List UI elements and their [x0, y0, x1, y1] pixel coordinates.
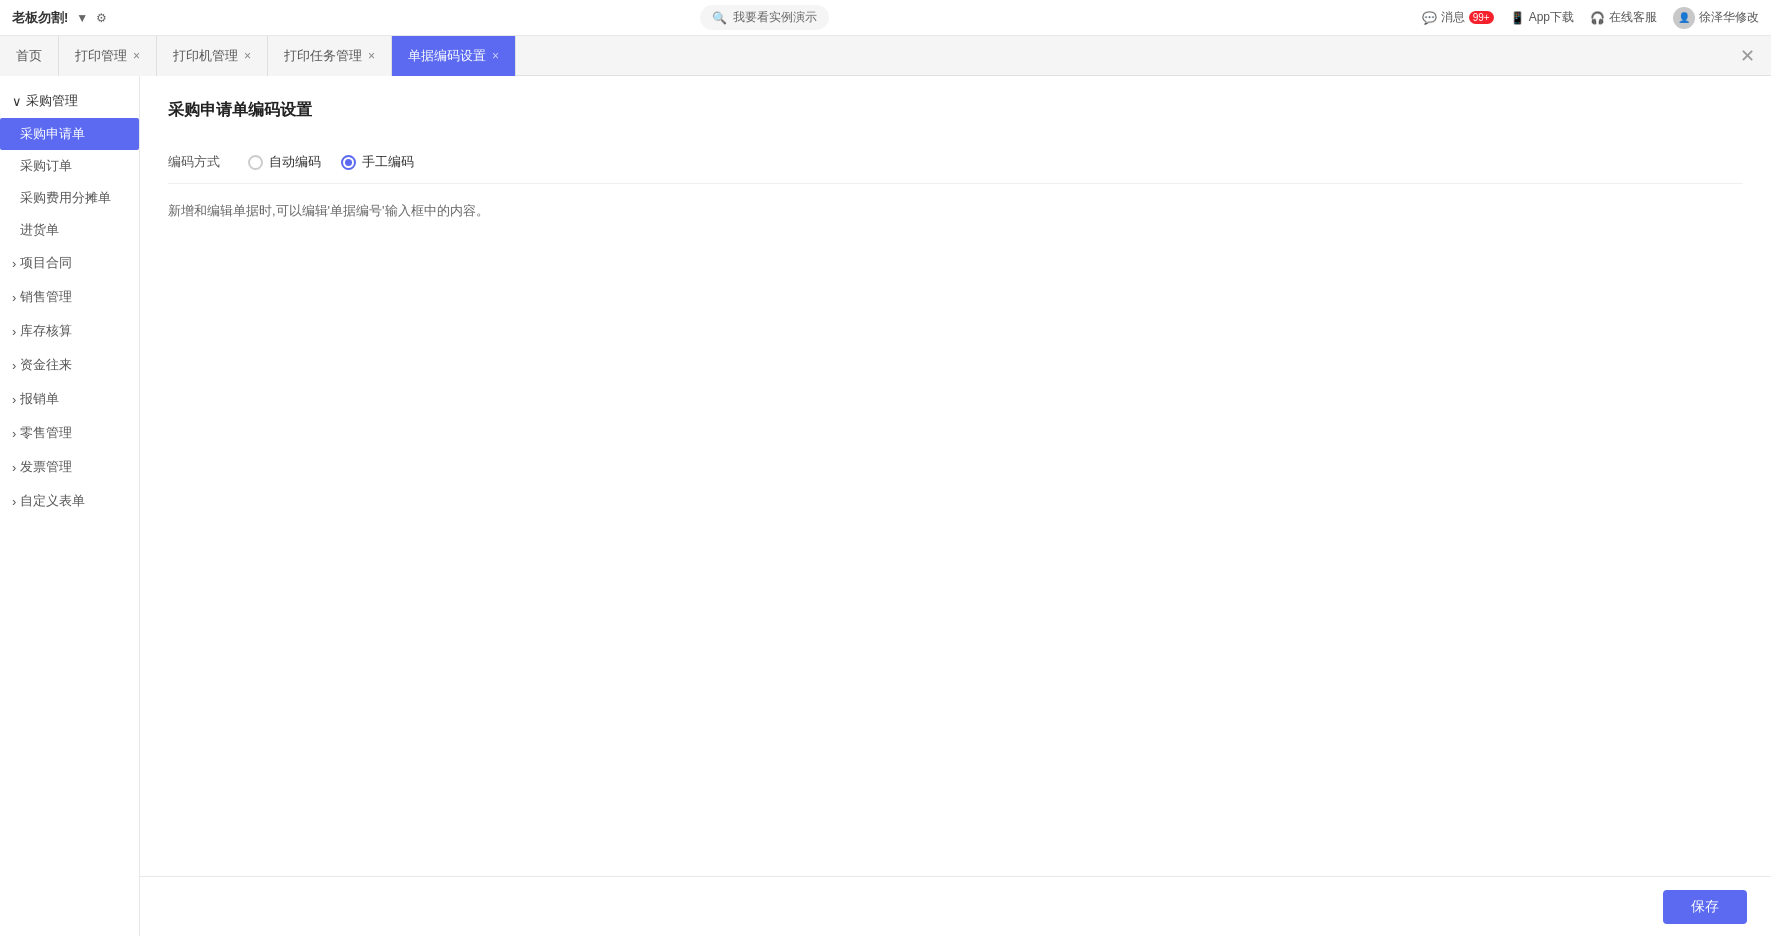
setting-row: 编码方式 自动编码 手工编码 — [168, 141, 1743, 184]
tab-print-task[interactable]: 打印任务管理 × — [268, 36, 392, 76]
radio-auto-label: 自动编码 — [269, 153, 321, 171]
sidebar-item-purchase-expense-label: 采购费用分摊单 — [20, 190, 111, 205]
sidebar-group-inventory[interactable]: › 库存核算 — [0, 314, 139, 348]
tab-single-code-label: 单据编码设置 — [408, 47, 486, 65]
sidebar-group-retail-mgmt[interactable]: › 零售管理 — [0, 416, 139, 450]
sidebar-group-purchase-mgmt[interactable]: ∨ 采购管理 — [0, 84, 139, 118]
radio-auto-circle — [248, 155, 263, 170]
service-icon: 🎧 — [1590, 11, 1605, 25]
info-text: 新增和编辑单据时,可以编辑'单据编号'输入框中的内容。 — [168, 202, 1743, 220]
sidebar-group-project-contract[interactable]: › 项目合同 — [0, 246, 139, 280]
arrow-right-icon-2: › — [12, 290, 16, 305]
setting-section: 编码方式 自动编码 手工编码 新增和编辑单据时,可以编辑'单据编号'输入框中的内… — [168, 141, 1743, 220]
message-button[interactable]: 💬 消息 99+ — [1422, 9, 1494, 26]
radio-manual-label: 手工编码 — [362, 153, 414, 171]
radio-manual-code[interactable]: 手工编码 — [341, 153, 414, 171]
sidebar: ∨ 采购管理 采购申请单 采购订单 采购费用分摊单 进货单 › 项目合同 › 销… — [0, 76, 140, 936]
tab-printer-mgmt[interactable]: 打印机管理 × — [157, 36, 268, 76]
content-main: 采购申请单编码设置 编码方式 自动编码 手工编码 — [140, 76, 1771, 876]
tab-print-mgmt-close[interactable]: × — [133, 49, 140, 63]
app-download-button[interactable]: 📱 App下载 — [1510, 9, 1574, 26]
sidebar-group-inventory-label: 库存核算 — [20, 322, 72, 340]
sidebar-item-purchase-expense[interactable]: 采购费用分摊单 — [0, 182, 139, 214]
sidebar-group-purchase-mgmt-label: 采购管理 — [26, 92, 78, 110]
settings-icon[interactable]: ⚙ — [96, 11, 107, 25]
sidebar-item-purchase-order[interactable]: 采购订单 — [0, 150, 139, 182]
sidebar-group-invoice-mgmt[interactable]: › 发票管理 — [0, 450, 139, 484]
sidebar-group-invoice-mgmt-label: 发票管理 — [20, 458, 72, 476]
arrow-right-icon-7: › — [12, 460, 16, 475]
sidebar-group-project-contract-label: 项目合同 — [20, 254, 72, 272]
top-bar-left: 老板勿割! ▼ ⚙ — [12, 9, 107, 27]
tab-print-mgmt-label: 打印管理 — [75, 47, 127, 65]
arrow-right-icon-4: › — [12, 358, 16, 373]
page-title: 采购申请单编码设置 — [168, 100, 1743, 121]
message-label: 消息 — [1441, 9, 1465, 26]
arrow-right-icon-8: › — [12, 494, 16, 509]
app-logo: 老板勿割! — [12, 9, 68, 27]
sidebar-item-purchase-order-label: 采购订单 — [20, 158, 72, 173]
tab-single-code-close[interactable]: × — [492, 49, 499, 63]
user-info[interactable]: 👤 徐泽华修改 — [1673, 7, 1759, 29]
radio-manual-circle — [341, 155, 356, 170]
sidebar-group-returns[interactable]: › 报销单 — [0, 382, 139, 416]
top-bar-right: 💬 消息 99+ 📱 App下载 🎧 在线客服 👤 徐泽华修改 — [1422, 7, 1759, 29]
sidebar-group-fund[interactable]: › 资金往来 — [0, 348, 139, 382]
content-footer: 保存 — [140, 876, 1771, 936]
tab-home-label: 首页 — [16, 47, 42, 65]
radio-group: 自动编码 手工编码 — [248, 153, 414, 171]
search-icon: 🔍 — [712, 11, 727, 25]
main-layout: ∨ 采购管理 采购申请单 采购订单 采购费用分摊单 进货单 › 项目合同 › 销… — [0, 76, 1771, 936]
sidebar-group-custom-form[interactable]: › 自定义表单 — [0, 484, 139, 518]
top-bar: 老板勿割! ▼ ⚙ 🔍 我要看实例演示 💬 消息 99+ 📱 App下载 🎧 在… — [0, 0, 1771, 36]
content-area: 采购申请单编码设置 编码方式 自动编码 手工编码 — [140, 76, 1771, 936]
tab-bar: 首页 打印管理 × 打印机管理 × 打印任务管理 × 单据编码设置 × ✕ — [0, 36, 1771, 76]
setting-label: 编码方式 — [168, 153, 228, 171]
tab-print-mgmt[interactable]: 打印管理 × — [59, 36, 157, 76]
sidebar-group-sales-mgmt[interactable]: › 销售管理 — [0, 280, 139, 314]
dropdown-icon[interactable]: ▼ — [76, 11, 88, 25]
online-service-label: 在线客服 — [1609, 9, 1657, 26]
sidebar-item-incoming-label: 进货单 — [20, 222, 59, 237]
sidebar-group-retail-mgmt-label: 零售管理 — [20, 424, 72, 442]
message-badge: 99+ — [1469, 11, 1494, 24]
search-bar[interactable]: 🔍 我要看实例演示 — [700, 5, 829, 30]
tab-print-task-close[interactable]: × — [368, 49, 375, 63]
save-button[interactable]: 保存 — [1663, 890, 1747, 924]
tab-print-task-label: 打印任务管理 — [284, 47, 362, 65]
tab-printer-mgmt-label: 打印机管理 — [173, 47, 238, 65]
arrow-right-icon-1: › — [12, 256, 16, 271]
avatar: 👤 — [1673, 7, 1695, 29]
app-icon: 📱 — [1510, 11, 1525, 25]
sidebar-group-custom-form-label: 自定义表单 — [20, 492, 85, 510]
arrow-right-icon-6: › — [12, 426, 16, 441]
user-name: 徐泽华修改 — [1699, 9, 1759, 26]
sidebar-group-fund-label: 资金往来 — [20, 356, 72, 374]
tab-single-code[interactable]: 单据编码设置 × — [392, 36, 516, 76]
arrow-down-icon: ∨ — [12, 94, 22, 109]
sidebar-item-incoming[interactable]: 进货单 — [0, 214, 139, 246]
sidebar-item-purchase-req-label: 采购申请单 — [20, 126, 85, 141]
sidebar-item-purchase-req[interactable]: 采购申请单 — [0, 118, 139, 150]
arrow-right-icon-5: › — [12, 392, 16, 407]
online-service-button[interactable]: 🎧 在线客服 — [1590, 9, 1657, 26]
tab-home[interactable]: 首页 — [0, 36, 59, 76]
tab-printer-mgmt-close[interactable]: × — [244, 49, 251, 63]
sidebar-group-returns-label: 报销单 — [20, 390, 59, 408]
radio-auto-code[interactable]: 自动编码 — [248, 153, 321, 171]
message-icon: 💬 — [1422, 11, 1437, 25]
arrow-right-icon-3: › — [12, 324, 16, 339]
sidebar-group-sales-mgmt-label: 销售管理 — [20, 288, 72, 306]
app-download-label: App下载 — [1529, 9, 1574, 26]
search-text: 我要看实例演示 — [733, 9, 817, 26]
close-all-button[interactable]: ✕ — [1740, 45, 1771, 67]
